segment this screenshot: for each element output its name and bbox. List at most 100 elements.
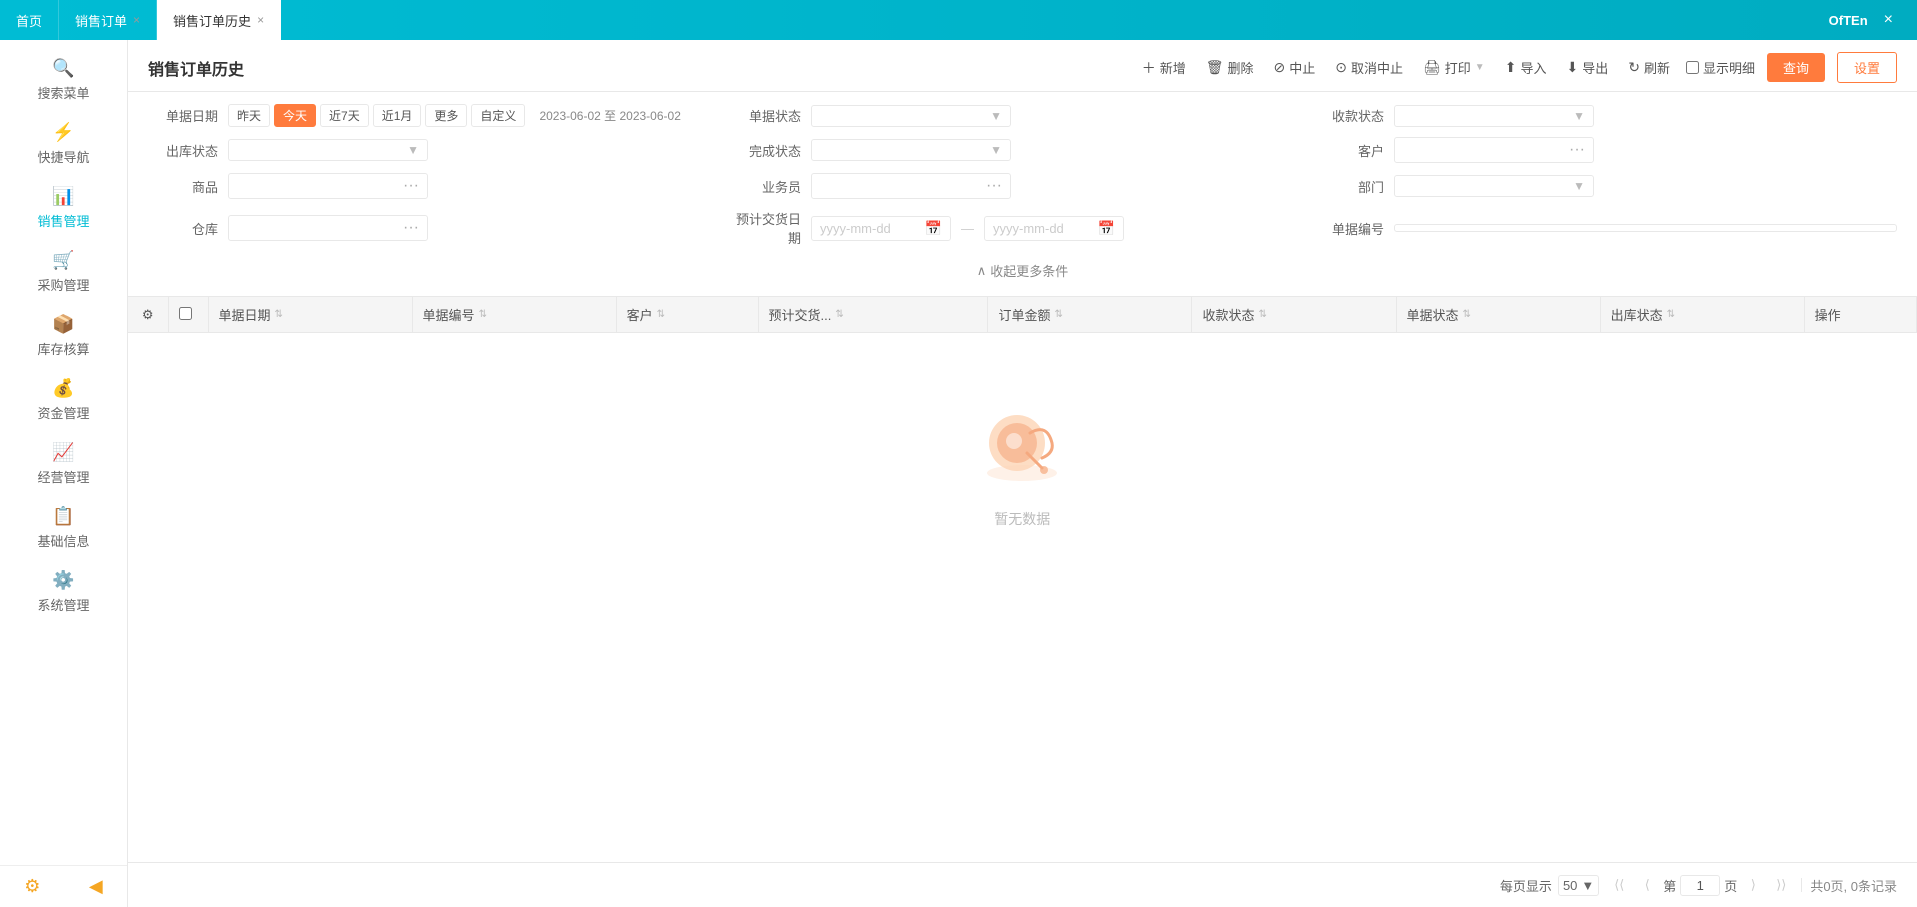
table-settings-col[interactable]: ⚙ <box>128 297 168 333</box>
date-custom[interactable]: 自定义 <box>471 104 525 127</box>
collapse-more-button[interactable]: ∧ 收起更多条件 <box>148 257 1897 284</box>
per-page-arrow-icon: ▼ <box>1581 878 1594 893</box>
refresh-button[interactable]: ↻ 刷新 <box>1624 56 1674 79</box>
settings-button[interactable]: 设置 <box>1837 52 1897 83</box>
collapse-up-icon: ∧ <box>977 263 987 279</box>
col-receipt-status-label: 收款状态 <box>1202 305 1254 324</box>
col-delivery-sort[interactable]: 预计交货... ⇅ <box>769 305 978 324</box>
warehouse-input[interactable]: ··· <box>228 215 428 241</box>
out-status-select[interactable]: ▼ <box>228 139 428 161</box>
order-no-input[interactable] <box>1394 224 1897 232</box>
col-out-status-sort[interactable]: 出库状态 ⇅ <box>1611 305 1794 324</box>
receipt-status-select[interactable]: ▼ <box>1394 105 1594 127</box>
quick-nav-icon: ⚡ <box>52 122 74 143</box>
stop-button[interactable]: ⊘ 中止 <box>1270 56 1320 79</box>
sidebar-item-sales[interactable]: 📊 销售管理 <box>0 176 127 240</box>
refresh-label: 刷新 <box>1644 58 1670 77</box>
window-close[interactable]: × <box>1876 11 1901 29</box>
sidebar-finance-label: 资金管理 <box>37 403 89 422</box>
page-total: 共0页, 0条记录 <box>1810 876 1897 895</box>
select-all-checkbox[interactable] <box>179 307 192 320</box>
prev-page-button[interactable]: ⟨ <box>1635 873 1659 897</box>
col-doc-status-sort[interactable]: 单据状态 ⇅ <box>1407 305 1590 324</box>
tab-sales-history-close[interactable]: × <box>257 13 264 27</box>
col-receipt-status: 收款状态 ⇅ <box>1192 297 1396 333</box>
query-button[interactable]: 查询 <box>1767 53 1825 82</box>
import-button[interactable]: ⬆ 导入 <box>1501 56 1551 79</box>
complete-status-label: 完成状态 <box>731 141 811 160</box>
col-no: 单据编号 ⇅ <box>412 297 616 333</box>
complete-status-select[interactable]: ▼ <box>811 139 1011 161</box>
purchase-icon: 🛒 <box>52 250 74 271</box>
display-detail-toggle[interactable]: 显示明细 <box>1686 58 1755 77</box>
status-select[interactable]: ▼ <box>811 105 1011 127</box>
print-button[interactable]: 🖨 打印 ▼ <box>1419 56 1489 79</box>
filter-row-2: 出库状态 ▼ 完成状态 ▼ 客户 <box>148 137 1897 163</box>
sidebar-item-system[interactable]: ⚙️ 系统管理 <box>0 560 127 624</box>
department-select[interactable]: ▼ <box>1394 175 1594 197</box>
col-receipt-status-sort[interactable]: 收款状态 ⇅ <box>1202 305 1385 324</box>
delete-button[interactable]: 🗑 删除 <box>1202 56 1258 79</box>
date-more[interactable]: 更多 <box>425 104 467 127</box>
cancel-stop-button[interactable]: ⊙ 取消中止 <box>1331 56 1407 79</box>
table-settings-icon[interactable]: ⚙ <box>142 307 154 322</box>
col-amount-sort-icon: ⇅ <box>1054 309 1062 320</box>
sidebar-item-finance[interactable]: 💰 资金管理 <box>0 368 127 432</box>
tab-sales-order-close[interactable]: × <box>133 13 140 27</box>
col-date-sort-icon: ⇅ <box>275 309 283 320</box>
refresh-icon: ↻ <box>1628 59 1640 76</box>
date-yesterday[interactable]: 昨天 <box>228 104 270 127</box>
date-7days[interactable]: 近7天 <box>320 104 369 127</box>
cancel-stop-icon: ⊙ <box>1335 59 1347 76</box>
col-no-sort[interactable]: 单据编号 ⇅ <box>423 305 606 324</box>
system-icon: ⚙️ <box>52 570 74 591</box>
sidebar-item-business[interactable]: 📈 经营管理 <box>0 432 127 496</box>
date-1month[interactable]: 近1月 <box>373 104 422 127</box>
col-date-sort[interactable]: 单据日期 ⇅ <box>219 305 402 324</box>
add-button[interactable]: ＋ 新增 <box>1138 56 1190 80</box>
delivery-to-text: yyyy-mm-dd <box>993 221 1094 236</box>
finance-icon: 💰 <box>52 378 74 399</box>
sales-icon: 📊 <box>52 186 74 207</box>
settings-bottom-icon[interactable]: ⚙ <box>24 876 40 897</box>
tab-home[interactable]: 首页 <box>0 0 59 40</box>
display-detail-label: 显示明细 <box>1703 58 1755 77</box>
col-no-sort-icon: ⇅ <box>479 309 487 320</box>
sidebar-search-label: 搜索菜单 <box>37 83 89 102</box>
first-page-button[interactable]: ⟨⟨ <box>1607 873 1631 897</box>
table-checkbox-col[interactable] <box>168 297 208 333</box>
display-detail-checkbox[interactable] <box>1686 61 1699 74</box>
collapse-sidebar-icon[interactable]: ◀ <box>89 876 103 897</box>
sidebar: 🔍 搜索菜单 ⚡ 快捷导航 📊 销售管理 🛒 采购管理 📦 库存核算 💰 资金管… <box>0 40 128 907</box>
delivery-date-to[interactable]: yyyy-mm-dd 📅 <box>984 216 1124 241</box>
last-page-button[interactable]: ⟩⟩ <box>1769 873 1793 897</box>
tab-sales-order-label: 销售订单 <box>75 11 127 30</box>
export-button[interactable]: ⬇ 导出 <box>1562 56 1612 79</box>
sidebar-item-search[interactable]: 🔍 搜索菜单 <box>0 48 127 112</box>
sidebar-item-purchase[interactable]: 🛒 采购管理 <box>0 240 127 304</box>
data-table: ⚙ 单据日期 ⇅ 单据编号 <box>128 297 1917 589</box>
page-input[interactable] <box>1680 875 1720 896</box>
filter-row-1: 单据日期 昨天 今天 近7天 近1月 更多 自定义 2023-06-02 至 2… <box>148 104 1897 127</box>
page-header: 销售订单历史 ＋ 新增 🗑 删除 ⊘ 中止 ⊙ 取消中止 <box>128 40 1917 92</box>
sidebar-item-inventory[interactable]: 📦 库存核算 <box>0 304 127 368</box>
next-page-button[interactable]: ⟩ <box>1741 873 1765 897</box>
date-today[interactable]: 今天 <box>274 104 316 127</box>
delete-label: 删除 <box>1227 58 1253 77</box>
product-input[interactable]: ··· <box>228 173 428 199</box>
sidebar-item-basic-info[interactable]: 📋 基础信息 <box>0 496 127 560</box>
delivery-date-from[interactable]: yyyy-mm-dd 📅 <box>811 216 951 241</box>
tab-sales-history-label: 销售订单历史 <box>173 11 251 30</box>
customer-input[interactable]: ··· <box>1394 137 1594 163</box>
sidebar-item-quick-nav[interactable]: ⚡ 快捷导航 <box>0 112 127 176</box>
print-icon: 🖨 <box>1423 59 1441 76</box>
table-body: 暂无数据 <box>128 333 1917 590</box>
col-receipt-status-sort-icon: ⇅ <box>1259 309 1267 320</box>
per-page-select[interactable]: 50 ▼ <box>1558 875 1599 896</box>
col-amount-sort[interactable]: 订单金额 ⇅ <box>998 305 1181 324</box>
tab-sales-order[interactable]: 销售订单 × <box>59 0 157 40</box>
sidebar-system-label: 系统管理 <box>37 595 89 614</box>
salesperson-input[interactable]: ··· <box>811 173 1011 199</box>
tab-sales-history[interactable]: 销售订单历史 × <box>157 0 281 40</box>
col-customer-sort[interactable]: 客户 ⇅ <box>627 305 748 324</box>
